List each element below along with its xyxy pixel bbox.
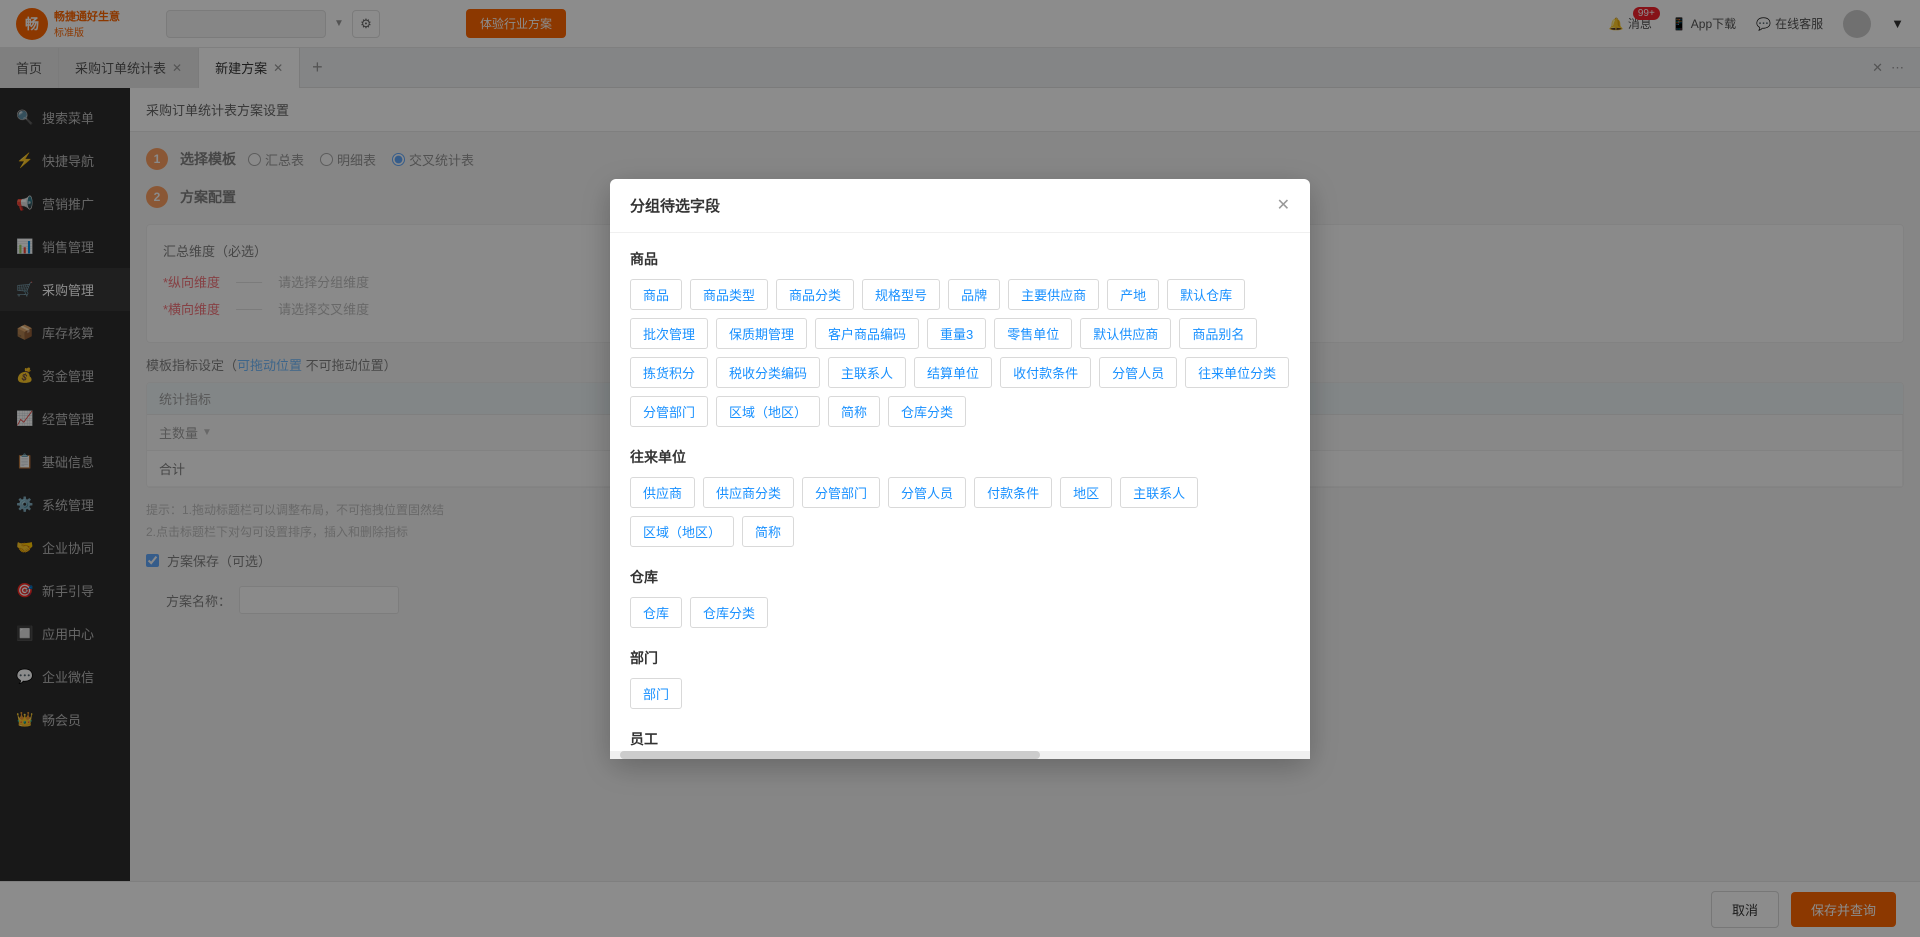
field-region-contacts[interactable]: 地区 (1060, 477, 1112, 508)
field-partner-category[interactable]: 往来单位分类 (1185, 357, 1289, 388)
field-supplier[interactable]: 供应商 (630, 477, 695, 508)
modal-close-button[interactable]: ✕ (1277, 195, 1290, 215)
field-goods-alias[interactable]: 商品别名 (1179, 318, 1257, 349)
warehouse-section-title: 仓库 (630, 567, 1290, 587)
field-warehouse-category-goods[interactable]: 仓库分类 (888, 396, 966, 427)
field-spec-model[interactable]: 规格型号 (862, 279, 940, 310)
field-department[interactable]: 部门 (630, 678, 682, 709)
modal-title: 分组待选字段 (630, 195, 720, 216)
department-fields-grid: 部门 (630, 678, 1290, 709)
scrollbar-thumb[interactable] (620, 751, 1040, 759)
warehouse-fields-grid: 仓库 仓库分类 (630, 597, 1290, 628)
department-section-title: 部门 (630, 648, 1290, 668)
field-default-supplier[interactable]: 默认供应商 (1080, 318, 1171, 349)
field-goods[interactable]: 商品 (630, 279, 682, 310)
field-supplier-category[interactable]: 供应商分类 (703, 477, 794, 508)
field-goods-type[interactable]: 商品类型 (690, 279, 768, 310)
field-customer-code[interactable]: 客户商品编码 (815, 318, 919, 349)
field-main-contact[interactable]: 主联系人 (828, 357, 906, 388)
field-short-name-contacts[interactable]: 简称 (742, 516, 794, 547)
goods-fields-grid: 商品 商品类型 商品分类 规格型号 品牌 主要供应商 产地 默认仓库 批次管理 … (630, 279, 1290, 427)
field-pick-points[interactable]: 拣货积分 (630, 357, 708, 388)
field-expiry-mgmt[interactable]: 保质期管理 (716, 318, 807, 349)
field-brand[interactable]: 品牌 (948, 279, 1000, 310)
staff-section-title: 员工 (630, 729, 1290, 749)
field-select-modal: 分组待选字段 ✕ 商品 商品 商品类型 商品分类 规格型号 品牌 主要供应商 产… (610, 179, 1310, 759)
field-tax-code[interactable]: 税收分类编码 (716, 357, 820, 388)
field-retail-unit[interactable]: 零售单位 (994, 318, 1072, 349)
contacts-fields-grid: 供应商 供应商分类 分管部门 分管人员 付款条件 地区 主联系人 区域（地区） … (630, 477, 1290, 547)
contacts-section-title: 往来单位 (630, 447, 1290, 467)
contacts-section: 往来单位 供应商 供应商分类 分管部门 分管人员 付款条件 地区 主联系人 区域… (630, 447, 1290, 547)
field-mgmt-person[interactable]: 分管人员 (888, 477, 966, 508)
field-warehouse-category[interactable]: 仓库分类 (690, 597, 768, 628)
field-main-supplier[interactable]: 主要供应商 (1008, 279, 1099, 310)
field-payment-terms[interactable]: 收付款条件 (1000, 357, 1091, 388)
warehouse-section: 仓库 仓库 仓库分类 (630, 567, 1290, 628)
field-region-goods[interactable]: 区域（地区） (716, 396, 820, 427)
goods-section: 商品 商品 商品类型 商品分类 规格型号 品牌 主要供应商 产地 默认仓库 批次… (630, 249, 1290, 427)
field-batch-mgmt[interactable]: 批次管理 (630, 318, 708, 349)
department-section: 部门 部门 (630, 648, 1290, 709)
field-dept[interactable]: 分管部门 (630, 396, 708, 427)
goods-section-title: 商品 (630, 249, 1290, 269)
modal-horizontal-scrollbar[interactable] (610, 751, 1310, 759)
modal-header: 分组待选字段 ✕ (610, 179, 1310, 233)
field-settlement-unit[interactable]: 结算单位 (914, 357, 992, 388)
field-origin[interactable]: 产地 (1107, 279, 1159, 310)
staff-section: 员工 业务员 (630, 729, 1290, 751)
field-main-contact-contacts[interactable]: 主联系人 (1120, 477, 1198, 508)
field-warehouse[interactable]: 仓库 (630, 597, 682, 628)
field-supervisor[interactable]: 分管人员 (1099, 357, 1177, 388)
field-payment-condition[interactable]: 付款条件 (974, 477, 1052, 508)
field-short-name-goods[interactable]: 简称 (828, 396, 880, 427)
field-goods-category[interactable]: 商品分类 (776, 279, 854, 310)
field-weight[interactable]: 重量3 (927, 318, 986, 349)
field-mgmt-dept[interactable]: 分管部门 (802, 477, 880, 508)
modal-body[interactable]: 商品 商品 商品类型 商品分类 规格型号 品牌 主要供应商 产地 默认仓库 批次… (610, 233, 1310, 751)
field-default-warehouse[interactable]: 默认仓库 (1167, 279, 1245, 310)
field-area-contacts[interactable]: 区域（地区） (630, 516, 734, 547)
